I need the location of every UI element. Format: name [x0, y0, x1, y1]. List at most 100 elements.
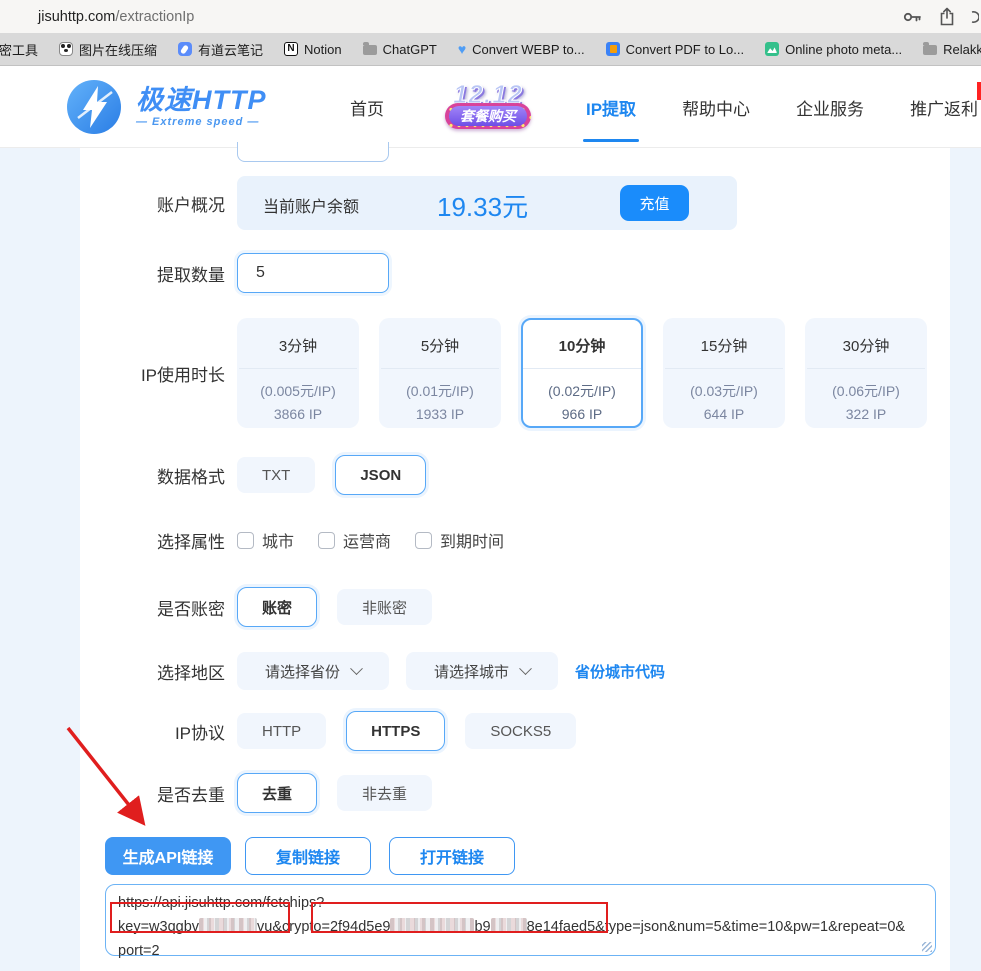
checkbox-label: 到期时间 [440, 534, 505, 551]
duration-option-3min[interactable]: 3分钟 (0.005元/IP) 3866 IP [237, 318, 359, 428]
share-icon[interactable] [939, 7, 955, 26]
format-option-txt[interactable]: TXT [237, 457, 316, 493]
open-link-button[interactable]: 打开链接 [389, 837, 516, 875]
duration-row: IP使用时长 3分钟 (0.005元/IP) 3866 IP 5分钟 (0.01… [0, 318, 927, 428]
api-url-crypto-p2: b9 [474, 919, 491, 935]
protocol-option-socks5[interactable]: SOCKS5 [465, 713, 577, 749]
censored-key-block [199, 918, 258, 933]
bookmark-item[interactable]: 加密工具 [0, 40, 38, 59]
nav-item-ip-extract[interactable]: IP提取 [586, 95, 636, 120]
bookmark-label: 图片在线压缩 [79, 42, 158, 58]
badge-fragment [977, 82, 981, 100]
protocol-option-http[interactable]: HTTP [237, 713, 327, 749]
url-domain: jisuhttp.com [38, 8, 116, 25]
resize-handle[interactable] [922, 942, 932, 952]
bookmark-item[interactable]: ChatGPT [362, 42, 437, 57]
page-content: 账户概况 当前账户余额 19.33元 充值 提取数量 IP使用时长 3分钟 [0, 142, 981, 971]
bookmark-item[interactable]: 有道云笔记 [178, 40, 263, 59]
promo-pill: 套餐购买 [445, 103, 531, 129]
browser-top-bar: jisuhttp.com/extractionIp [0, 0, 981, 33]
logo-subtitle: — Extreme speed — [136, 116, 260, 128]
checkbox-carrier[interactable]: 运营商 [318, 528, 391, 552]
quantity-input[interactable] [237, 253, 389, 293]
bookmarks-bar: 加密工具 图片在线压缩 有道云笔记 N Notion ChatGPT ♥ Conve… [0, 33, 981, 66]
url-path: /extractionIp [115, 8, 195, 25]
nav-item-enterprise[interactable]: 企业服务 [796, 95, 864, 120]
address-bar[interactable]: jisuhttp.com/extractionIp [38, 0, 194, 33]
balance-value: 19.33元 [437, 192, 529, 222]
duration-name: 5分钟 [420, 338, 460, 355]
youdao-note-icon [178, 42, 193, 56]
checkbox-city[interactable]: 城市 [237, 528, 294, 552]
account-label: 账户概况 [157, 195, 225, 215]
province-select[interactable]: 请选择省份 [237, 652, 389, 690]
nav-item-home[interactable]: 首页 [350, 95, 384, 120]
recharge-button[interactable]: 充值 [620, 185, 689, 221]
region-label: 选择地区 [157, 663, 225, 683]
bookmark-item[interactable]: Online photo meta... [765, 42, 902, 57]
lightning-logo-icon [67, 80, 121, 134]
duration-name: 15分钟 [700, 338, 748, 355]
pdf-converter-icon [605, 42, 620, 56]
dedupe-label: 是否去重 [157, 785, 225, 805]
duration-price: (0.01元/IP) [406, 383, 474, 399]
checkbox-label: 城市 [262, 534, 295, 551]
chevron-down-icon [350, 661, 363, 675]
city-select[interactable]: 请选择城市 [406, 652, 558, 690]
key-icon[interactable] [903, 9, 923, 25]
api-url-crypto-p3: 8e14faed5 [526, 919, 596, 935]
auth-row: 是否账密 账密 非账密 [0, 587, 452, 627]
actions-row: 生成API链接 复制链接 打开链接 [105, 837, 516, 875]
api-url-textarea[interactable]: https://api.jisuhttp.com/fetchips? key=w… [105, 884, 936, 959]
province-city-code-link[interactable]: 省份城市代码 [575, 661, 665, 682]
bookmark-label: Convert PDF to Lo... [625, 41, 745, 57]
duration-ips: 1933 IP [415, 406, 465, 422]
logo-title: 极速HTTP [136, 85, 267, 115]
duration-name: 30分钟 [842, 338, 890, 355]
bookmark-item[interactable]: Relakkes [923, 42, 981, 57]
province-placeholder: 请选择省份 [264, 663, 340, 681]
region-row: 选择地区 请选择省份 请选择城市 省份城市代码 [0, 651, 665, 691]
protocol-option-https[interactable]: HTTPS [346, 711, 446, 751]
checkbox-icon [318, 531, 336, 549]
copy-link-button[interactable]: 复制链接 [245, 837, 372, 875]
format-row: 数据格式 TXT JSON [0, 455, 446, 495]
checkbox-expiry[interactable]: 到期时间 [415, 528, 504, 552]
auth-option-no-credentials[interactable]: 非账密 [337, 589, 433, 625]
attributes-label: 选择属性 [157, 532, 225, 552]
api-url-tail: &type=json&num=5&time=10&pw=1&repeat=0& [595, 919, 906, 935]
duration-name: 10分钟 [558, 338, 606, 355]
duration-ips: 966 IP [561, 406, 603, 422]
api-url-key-prefix: key=w3qgbv [118, 919, 200, 935]
bookmark-item[interactable]: 图片在线压缩 [59, 40, 157, 59]
bookmark-item[interactable]: Convert PDF to Lo... [605, 41, 745, 57]
dedupe-option-no[interactable]: 非去重 [337, 775, 433, 811]
dedupe-option-yes[interactable]: 去重 [237, 773, 318, 813]
clipped-input-above [237, 142, 389, 162]
censored-crypto-block2 [490, 918, 527, 933]
format-option-json[interactable]: JSON [335, 455, 427, 495]
duration-option-5min[interactable]: 5分钟 (0.01元/IP) 1933 IP [379, 318, 501, 428]
duration-ips: 644 IP [703, 406, 745, 422]
site-logo[interactable]: 极速HTTP — Extreme speed — [64, 77, 267, 137]
duration-option-30min[interactable]: 30分钟 (0.06元/IP) 322 IP [805, 318, 927, 428]
bookmark-item[interactable]: ♥ Convert WEBP to... [458, 42, 585, 57]
bookmark-item[interactable]: N Notion [284, 42, 342, 57]
duration-name: 3分钟 [278, 338, 318, 355]
nav-item-help-center[interactable]: 帮助中心 [682, 95, 750, 120]
promo-badge-1212[interactable]: 12.12 套餐购买 [430, 81, 546, 129]
duration-option-10min[interactable]: 10分钟 (0.02元/IP) 966 IP [521, 318, 643, 428]
folder-icon [923, 42, 938, 55]
city-placeholder: 请选择城市 [433, 663, 509, 681]
format-label: 数据格式 [157, 467, 225, 487]
protocol-label: IP协议 [174, 723, 225, 743]
partial-icon[interactable] [971, 9, 979, 25]
duration-price: (0.03元/IP) [690, 383, 758, 399]
nav-item-affiliate[interactable]: 推广返利 [910, 95, 978, 120]
duration-option-15min[interactable]: 15分钟 (0.03元/IP) 644 IP [663, 318, 785, 428]
notion-icon: N [284, 42, 299, 56]
generate-api-link-button[interactable]: 生成API链接 [105, 837, 231, 875]
auth-option-credentials[interactable]: 账密 [237, 587, 318, 627]
site-header: 极速HTTP — Extreme speed — 首页 12.12 套餐购买 I… [0, 66, 981, 148]
bookmark-label: Online photo meta... [785, 41, 903, 57]
